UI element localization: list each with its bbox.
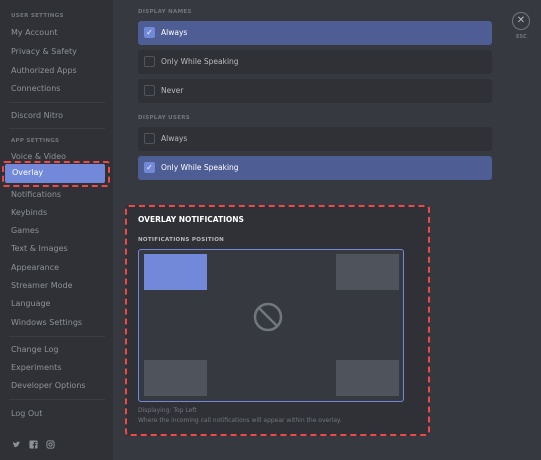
option-label: Always [161, 134, 188, 143]
sidebar-item-text-images[interactable]: Text & Images [11, 244, 68, 253]
position-bottom-left[interactable] [144, 360, 207, 396]
sidebar-item-windows-settings[interactable]: Windows Settings [11, 318, 82, 327]
checkbox-icon [144, 85, 155, 96]
user-settings-header: USER SETTINGS [11, 13, 64, 19]
twitter-icon[interactable] [12, 440, 21, 449]
sidebar-divider [9, 399, 105, 400]
sidebar-item-overlay[interactable]: Overlay [5, 164, 105, 183]
display-names-option-always[interactable]: ✓ Always [138, 21, 492, 45]
notifications-position-label: NOTIFICATIONS POSITION [138, 237, 225, 243]
sidebar-divider [9, 102, 105, 103]
sidebar-item-connections[interactable]: Connections [11, 84, 60, 93]
disable-notifications-icon[interactable] [253, 302, 283, 332]
sidebar-item-games[interactable]: Games [11, 226, 39, 235]
sidebar-item-experiments[interactable]: Experiments [11, 363, 61, 372]
sidebar-item-authorized-apps[interactable]: Authorized Apps [11, 66, 77, 75]
settings-sidebar: USER SETTINGS My Account Privacy & Safet… [0, 0, 113, 460]
sidebar-item-privacy-safety[interactable]: Privacy & Safety [11, 47, 77, 56]
close-icon: ✕ [516, 15, 526, 26]
sidebar-item-log-out[interactable]: Log Out [11, 409, 42, 418]
esc-label: ESC [516, 34, 527, 40]
display-names-option-never[interactable]: Never [138, 79, 492, 103]
display-names-option-only-while-speaking[interactable]: Only While Speaking [138, 50, 492, 74]
sidebar-item-voice-video[interactable]: Voice & Video [11, 152, 66, 161]
checkmark-icon: ✓ [144, 162, 155, 173]
option-label: Only While Speaking [161, 57, 239, 66]
displaying-status: Displaying: Top Left [138, 407, 197, 414]
notifications-position-picker [138, 249, 404, 402]
sidebar-item-language[interactable]: Language [11, 299, 50, 308]
sidebar-item-appearance[interactable]: Appearance [11, 263, 59, 272]
sidebar-divider [9, 336, 105, 337]
option-label: Always [161, 28, 188, 37]
instagram-icon[interactable] [46, 440, 55, 449]
facebook-icon[interactable] [29, 440, 38, 449]
sidebar-item-change-log[interactable]: Change Log [11, 345, 58, 354]
overlay-notifications-panel: OVERLAY NOTIFICATIONS NOTIFICATIONS POSI… [125, 205, 430, 436]
social-links [12, 434, 58, 453]
position-bottom-right[interactable] [336, 360, 399, 396]
overlay-notifications-title: OVERLAY NOTIFICATIONS [138, 215, 244, 224]
display-names-label: DISPLAY NAMES [138, 9, 192, 15]
sidebar-item-discord-nitro[interactable]: Discord Nitro [11, 111, 63, 120]
sidebar-divider [9, 128, 105, 129]
display-users-option-always[interactable]: Always [138, 127, 492, 151]
close-button[interactable]: ✕ [512, 12, 530, 30]
position-top-left[interactable] [144, 254, 207, 290]
option-label: Only While Speaking [161, 163, 239, 172]
sidebar-item-developer-options[interactable]: Developer Options [11, 381, 86, 390]
checkbox-icon [144, 56, 155, 67]
display-users-label: DISPLAY USERS [138, 115, 191, 121]
position-top-right[interactable] [336, 254, 399, 290]
sidebar-item-notifications[interactable]: Notifications [11, 190, 61, 199]
sidebar-item-streamer-mode[interactable]: Streamer Mode [11, 281, 73, 290]
display-users-option-only-while-speaking[interactable]: ✓ Only While Speaking [138, 156, 492, 180]
sidebar-item-keybinds[interactable]: Keybinds [11, 208, 47, 217]
sidebar-item-my-account[interactable]: My Account [11, 28, 57, 37]
app-settings-header: APP SETTINGS [11, 138, 60, 144]
position-description: Where the incoming call notifications wi… [138, 417, 342, 424]
option-label: Never [161, 86, 184, 95]
sidebar-item-overlay-label: Overlay [12, 168, 44, 177]
checkbox-icon [144, 133, 155, 144]
checkmark-icon: ✓ [144, 27, 155, 38]
